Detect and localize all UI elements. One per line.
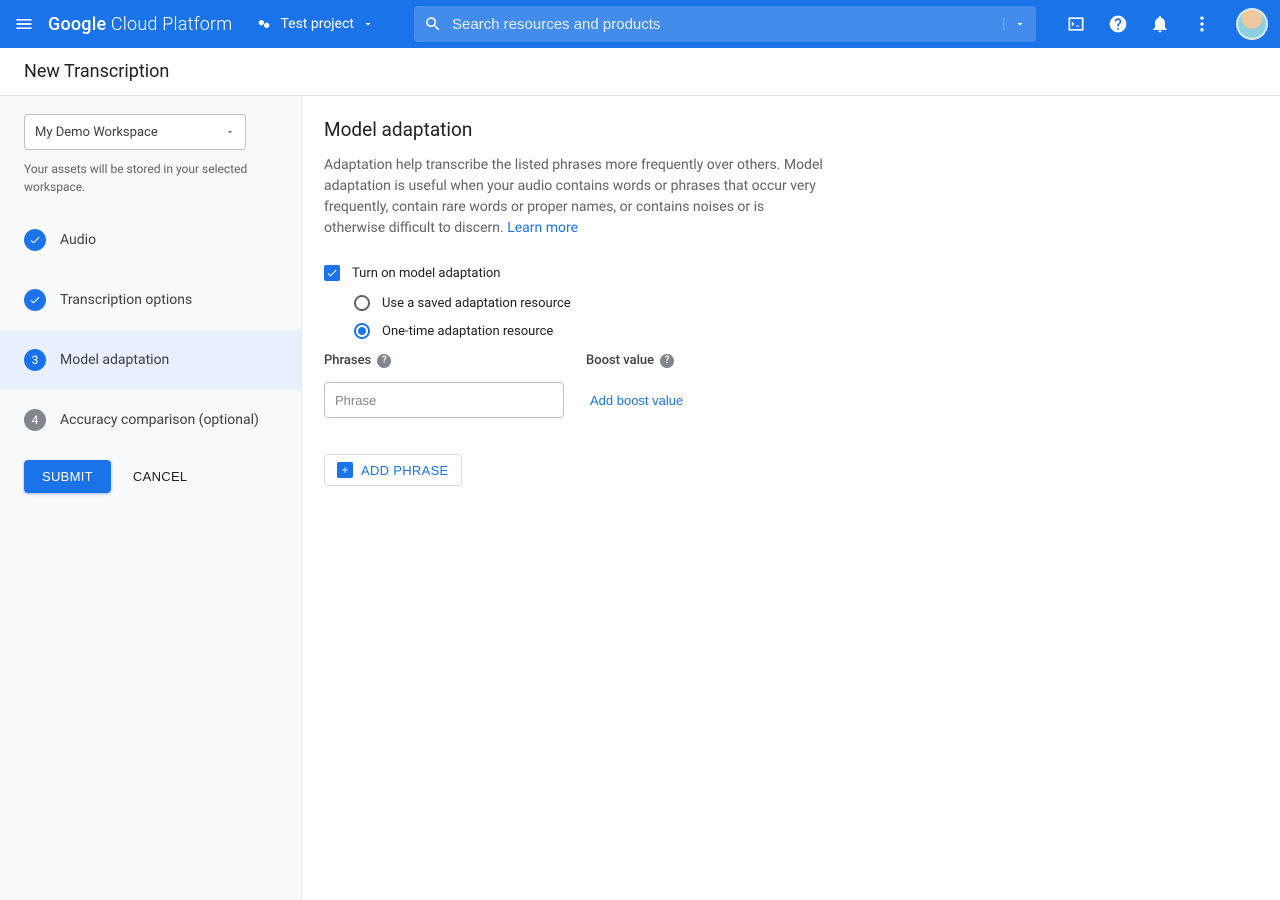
radio-icon[interactable] [354,323,370,339]
search-icon [424,15,442,33]
plus-icon [337,462,353,478]
menu-icon[interactable] [12,12,36,36]
checkbox-icon[interactable] [324,265,340,281]
check-icon [24,229,46,251]
radio-label: One-time adaptation resource [382,324,553,339]
help-icon[interactable] [1106,12,1130,36]
workspace-hint: Your assets will be stored in your selec… [24,160,264,196]
toggle-model-adaptation[interactable]: Turn on model adaptation [324,265,1258,281]
learn-more-link[interactable]: Learn more [507,220,578,236]
step-model-adaptation[interactable]: 3 Model adaptation [0,330,301,390]
content-description: Adaptation help transcribe the listed ph… [324,155,824,239]
step-number-icon: 4 [24,409,46,431]
cloud-shell-icon[interactable] [1064,12,1088,36]
step-label: Model adaptation [60,352,169,368]
content: Model adaptation Adaptation help transcr… [302,96,1280,900]
adaptation-resource-radio-group: Use a saved adaptation resource One-time… [354,295,1258,339]
step-accuracy-comparison[interactable]: 4 Accuracy comparison (optional) [0,390,301,450]
cancel-button[interactable]: CANCEL [133,469,188,484]
radio-icon[interactable] [354,295,370,311]
step-label: Transcription options [60,292,192,308]
sidebar: My Demo Workspace Your assets will be st… [0,96,302,900]
sidebar-actions: SUBMIT CANCEL [0,450,301,503]
help-icon[interactable]: ? [660,354,674,368]
page-title-bar: New Transcription [0,48,1280,96]
chevron-down-icon [225,127,235,137]
project-selector[interactable]: Test project [256,16,374,32]
search-box[interactable] [414,6,1036,42]
radio-saved-resource[interactable]: Use a saved adaptation resource [354,295,1258,311]
add-phrase-label: ADD PHRASE [361,463,449,478]
project-name: Test project [280,16,354,32]
page-title: New Transcription [24,61,169,82]
avatar[interactable] [1236,8,1268,40]
columns-header: Phrases ? Boost value ? [324,353,1258,368]
top-icon-group [1064,8,1268,40]
add-phrase-button[interactable]: ADD PHRASE [324,454,462,486]
radio-onetime-resource[interactable]: One-time adaptation resource [354,323,1258,339]
stepper: Audio Transcription options 3 Model adap… [0,210,301,450]
top-bar: Google Cloud Platform Test project [0,0,1280,48]
phrase-input[interactable] [324,382,564,418]
product-logo[interactable]: Google Cloud Platform [48,14,232,35]
content-heading: Model adaptation [324,118,1258,141]
step-number-icon: 3 [24,349,46,371]
main-layout: My Demo Workspace Your assets will be st… [0,96,1280,900]
toggle-label: Turn on model adaptation [352,266,500,281]
step-transcription-options[interactable]: Transcription options [0,270,301,330]
col-boost-label: Boost value [586,353,654,368]
more-icon[interactable] [1190,12,1214,36]
submit-button[interactable]: SUBMIT [24,460,111,493]
add-boost-value-link[interactable]: Add boost value [590,393,683,408]
workspace-selected-value: My Demo Workspace [35,125,158,140]
col-phrases-label: Phrases [324,353,371,368]
step-label: Accuracy comparison (optional) [60,412,259,428]
check-icon [24,289,46,311]
chevron-down-icon [362,18,374,30]
step-audio[interactable]: Audio [0,210,301,270]
radio-label: Use a saved adaptation resource [382,296,571,311]
search-input[interactable] [452,16,993,33]
notifications-icon[interactable] [1148,12,1172,36]
workspace-select[interactable]: My Demo Workspace [24,114,246,150]
step-label: Audio [60,232,96,248]
search-dropdown-icon[interactable] [1003,18,1026,30]
help-icon[interactable]: ? [377,354,391,368]
phrase-row: Add boost value [324,382,1258,418]
project-icon [256,16,272,32]
